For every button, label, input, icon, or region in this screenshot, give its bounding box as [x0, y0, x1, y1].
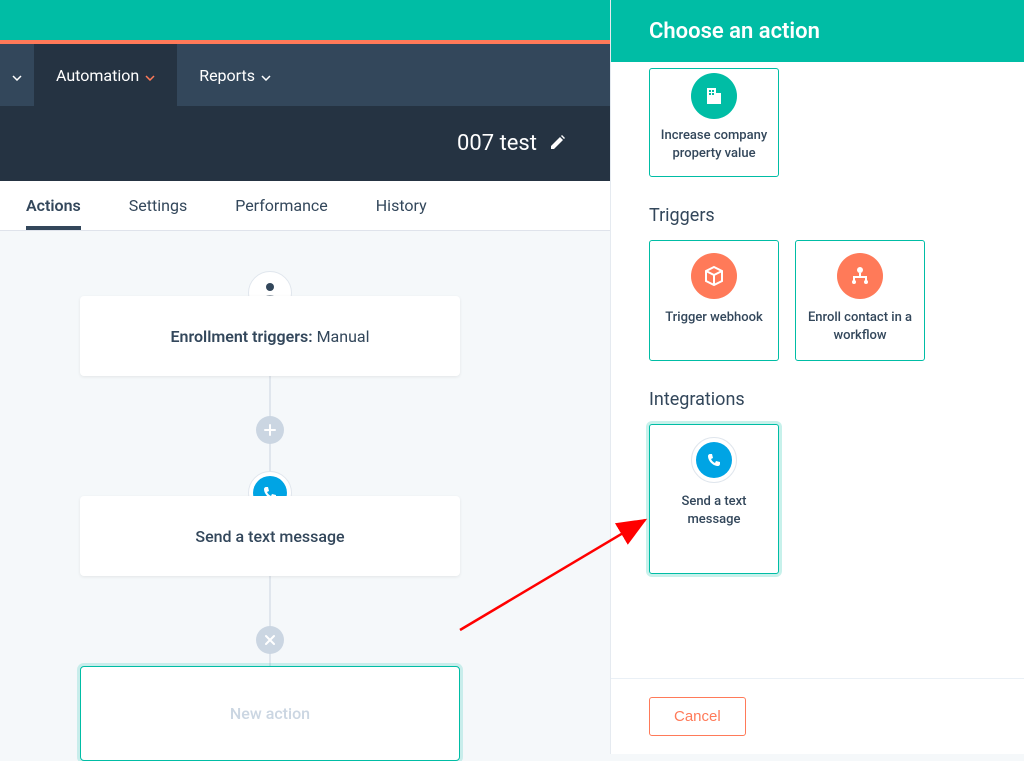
workflow: Enrollment triggers: Manual Send a text …	[0, 231, 610, 754]
panel-header: Choose an action	[611, 0, 1024, 62]
action-card-label: Send a text message	[658, 493, 770, 528]
tab-settings[interactable]: Settings	[129, 181, 187, 230]
action-card-enroll-contact[interactable]: Enroll contact in a workflow	[795, 240, 925, 361]
tab-label: Settings	[129, 196, 187, 215]
action-panel: Choose an action Increase company proper…	[610, 0, 1024, 754]
action-card-send-text-message[interactable]: Send a text message	[649, 424, 779, 574]
send-text-node-label: Send a text message	[195, 527, 344, 546]
edit-icon[interactable]	[549, 133, 567, 155]
add-step-button[interactable]	[256, 416, 284, 444]
section-title-triggers: Triggers	[649, 205, 986, 226]
tab-performance[interactable]: Performance	[235, 181, 328, 230]
tab-actions[interactable]: Actions	[26, 181, 81, 230]
tab-label: History	[376, 196, 427, 215]
action-card-label: Increase company property value	[658, 127, 770, 162]
nav-item-label: Automation	[56, 66, 139, 85]
new-action-placeholder[interactable]: New action	[80, 666, 460, 761]
building-icon	[691, 73, 737, 119]
chevron-down-icon	[12, 66, 22, 85]
integrations-row: Send a text message	[649, 424, 986, 574]
phone-icon-wrap	[691, 437, 737, 483]
tab-label: Actions	[26, 196, 81, 215]
send-text-node[interactable]: Send a text message	[80, 496, 460, 576]
panel-body: Increase company property value Triggers…	[611, 62, 1024, 678]
tab-history[interactable]: History	[376, 181, 427, 230]
nav-item-automation[interactable]: Automation	[34, 44, 177, 106]
enrollment-node[interactable]: Enrollment triggers: Manual	[80, 296, 460, 376]
phone-bubble-icon	[696, 442, 732, 478]
chevron-down-icon	[145, 66, 155, 85]
action-card-label: Enroll contact in a workflow	[804, 309, 916, 344]
triggers-row: Trigger webhook Enroll contact in a work…	[649, 240, 986, 361]
nav-item-dropdown[interactable]	[0, 44, 34, 106]
panel-footer: Cancel	[611, 678, 1024, 754]
enrollment-node-label: Enrollment triggers: Manual	[170, 327, 369, 346]
remove-step-button[interactable]	[256, 626, 284, 654]
cancel-button[interactable]: Cancel	[649, 697, 746, 736]
panel-title: Choose an action	[649, 19, 820, 44]
workflow-canvas[interactable]: Enrollment triggers: Manual Send a text …	[0, 231, 610, 754]
section-title-integrations: Integrations	[649, 389, 986, 410]
action-card-increase-company-property[interactable]: Increase company property value	[649, 68, 779, 177]
cube-icon	[691, 253, 737, 299]
nav-item-reports[interactable]: Reports	[177, 44, 293, 106]
action-card-trigger-webhook[interactable]: Trigger webhook	[649, 240, 779, 361]
chevron-down-icon	[261, 66, 271, 85]
nav-item-label: Reports	[199, 66, 255, 85]
tab-label: Performance	[235, 196, 328, 215]
workflow-icon	[837, 253, 883, 299]
workflow-title: 007 test	[457, 131, 537, 156]
new-action-label: New action	[230, 704, 310, 723]
action-card-label: Trigger webhook	[665, 309, 763, 327]
